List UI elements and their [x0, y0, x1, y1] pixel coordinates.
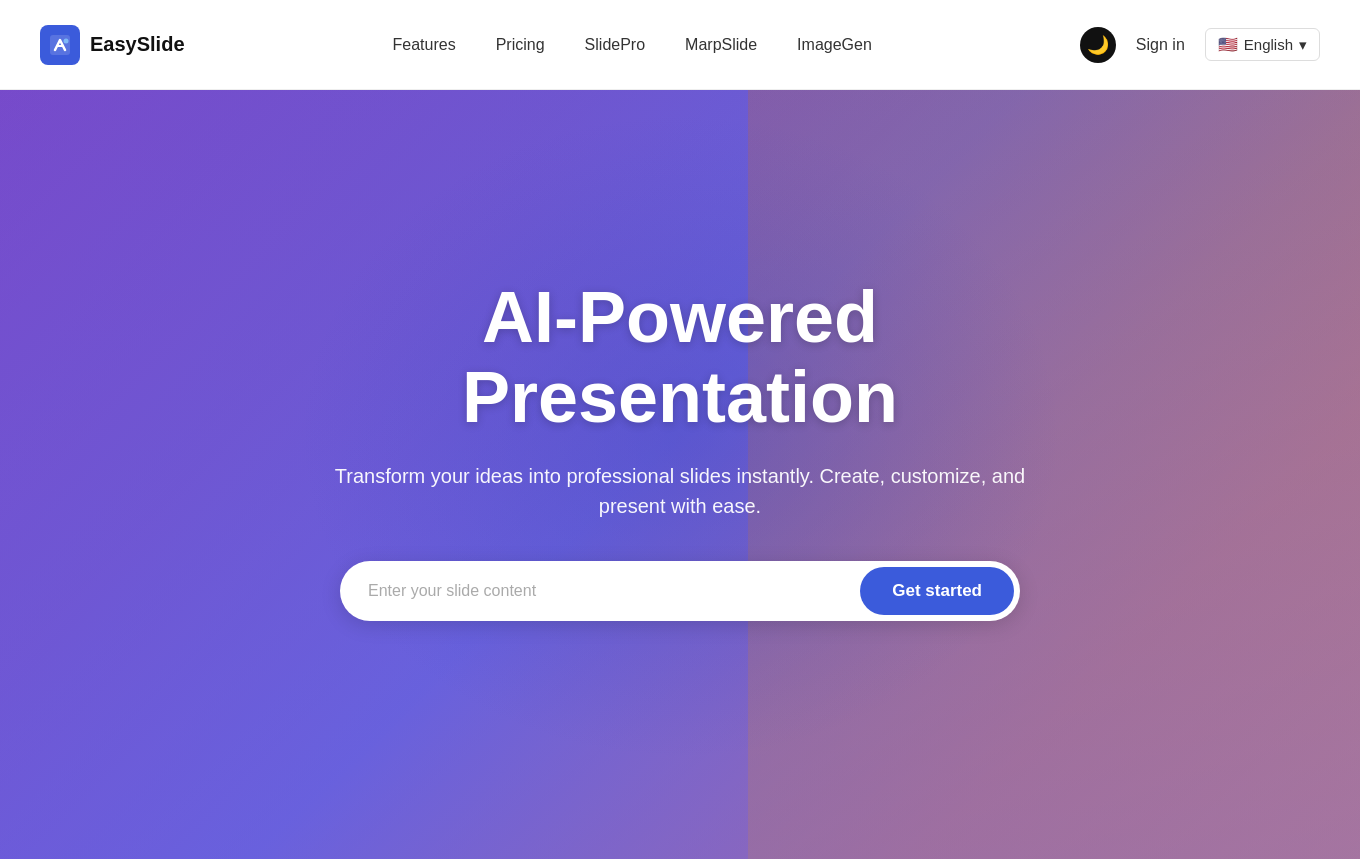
hero-title-line2: Presentation [462, 357, 898, 437]
hero-title-line1: AI-Powered [482, 277, 878, 357]
flag-icon: 🇺🇸 [1218, 35, 1238, 54]
dark-mode-toggle[interactable]: 🌙 [1080, 27, 1116, 63]
navbar-nav: Features Pricing SlidePro MarpSlide Imag… [393, 36, 872, 54]
nav-marpslide[interactable]: MarpSlide [685, 36, 757, 54]
nav-features[interactable]: Features [393, 36, 456, 54]
sign-in-link[interactable]: Sign in [1136, 36, 1185, 54]
get-started-button[interactable]: Get started [860, 567, 1014, 615]
hero-section: AI-Powered Presentation Transform your i… [0, 0, 1360, 859]
nav-imagegen[interactable]: ImageGen [797, 36, 872, 54]
language-selector[interactable]: 🇺🇸 English ▾ [1205, 28, 1320, 61]
hero-cta-container: Get started [340, 561, 1020, 621]
chevron-down-icon: ▾ [1299, 36, 1307, 54]
navbar: EasySlide Features Pricing SlidePro Marp… [0, 0, 1360, 90]
svg-point-1 [64, 38, 69, 43]
moon-icon: 🌙 [1087, 34, 1109, 56]
slide-content-input[interactable] [368, 574, 860, 608]
hero-content: AI-Powered Presentation Transform your i… [330, 278, 1030, 620]
nav-pricing[interactable]: Pricing [496, 36, 545, 54]
navbar-right-group: 🌙 Sign in 🇺🇸 English ▾ [1080, 27, 1320, 63]
logo-text: EasySlide [90, 33, 185, 56]
language-label: English [1244, 36, 1293, 53]
hero-title: AI-Powered Presentation [330, 278, 1030, 436]
logo-icon [40, 25, 80, 65]
hero-subtitle: Transform your ideas into professional s… [330, 461, 1030, 521]
nav-slidepro[interactable]: SlidePro [585, 36, 645, 54]
navbar-logo-group: EasySlide [40, 25, 185, 65]
